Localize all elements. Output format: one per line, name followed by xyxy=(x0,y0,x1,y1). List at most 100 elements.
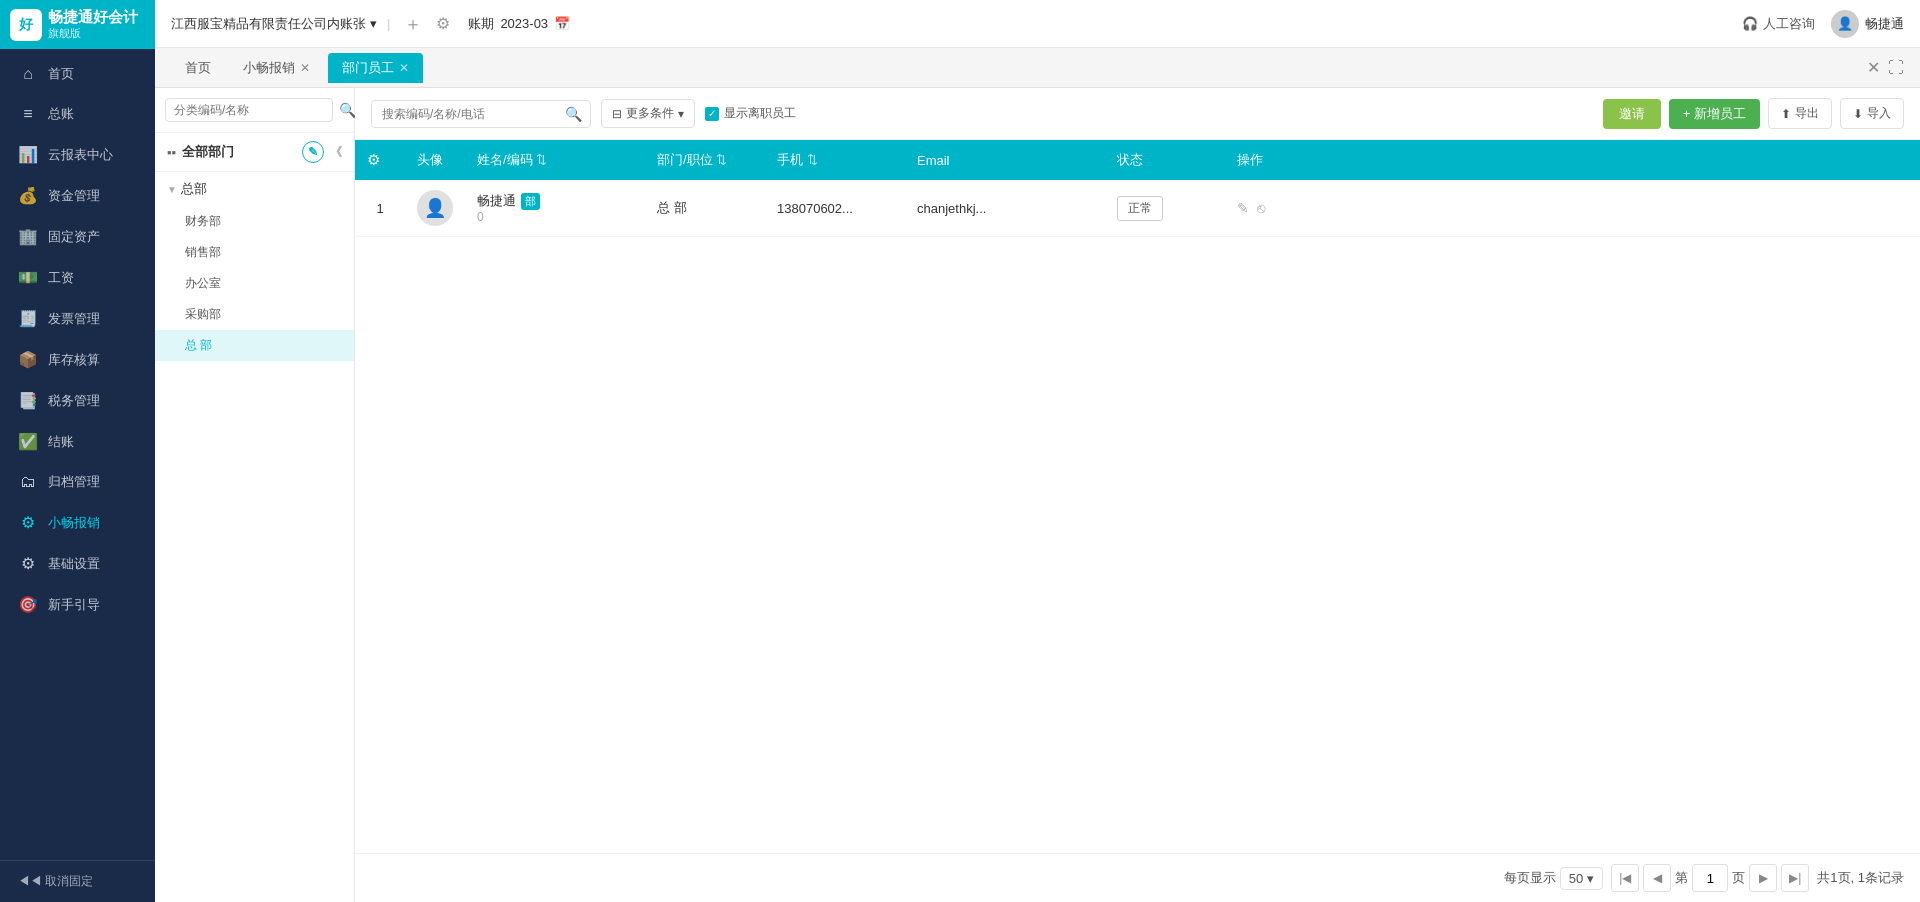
user-menu[interactable]: 👤 畅捷通 xyxy=(1831,10,1904,38)
sidebar-label-tax: 税务管理 xyxy=(48,392,100,410)
sidebar-item-invoice[interactable]: 🧾 发票管理 xyxy=(0,298,155,339)
company-dropdown-icon: ▾ xyxy=(370,16,377,31)
sidebar-item-salary[interactable]: 💵 工资 xyxy=(0,257,155,298)
sidebar-item-archive[interactable]: 🗂 归档管理 xyxy=(0,462,155,502)
company-selector[interactable]: 江西服宝精品有限责任公司内账张 ▾ xyxy=(171,15,377,33)
logout-button[interactable]: ⎋ xyxy=(1257,200,1265,216)
dept-child-office[interactable]: 办公室 xyxy=(155,268,354,299)
archive-icon: 🗂 xyxy=(18,473,38,491)
ledger-icon: ≡ xyxy=(18,105,38,123)
filter-icon: ⊟ xyxy=(612,107,622,121)
dept-search-icon[interactable]: 🔍 xyxy=(339,102,356,118)
dept-collapse-button[interactable]: 《 xyxy=(330,144,342,161)
dept-child-purchase[interactable]: 采购部 xyxy=(155,299,354,330)
tab-dept[interactable]: 部门员工 ✕ xyxy=(328,53,423,83)
sidebar-unpin-button[interactable]: ◀◀ 取消固定 xyxy=(0,860,155,902)
topbar-divider: | xyxy=(387,16,390,31)
sidebar-item-expense[interactable]: ⚙ 小畅报销 xyxy=(0,502,155,543)
per-page-label: 每页显示 xyxy=(1504,869,1556,887)
dept-child-office-label: 办公室 xyxy=(185,276,221,290)
name-badge: 畅捷通 部 xyxy=(477,192,540,210)
export-button[interactable]: ⬆ 导出 xyxy=(1768,98,1832,129)
employee-search-icon[interactable]: 🔍 xyxy=(557,101,590,127)
dept-parent-arrow: ▼ xyxy=(167,184,177,195)
expense-icon: ⚙ xyxy=(18,513,38,532)
sidebar-item-checkout[interactable]: ✅ 结账 xyxy=(0,421,155,462)
sidebar-item-reports[interactable]: 📊 云报表中心 xyxy=(0,134,155,175)
service-button[interactable]: 🎧 人工咨询 xyxy=(1742,15,1815,33)
th-phone[interactable]: 手机 ⇅ xyxy=(765,140,905,180)
period-selector[interactable]: 账期 2023-03 📅 xyxy=(468,15,570,33)
topbar-right: 🎧 人工咨询 👤 畅捷通 xyxy=(1742,10,1904,38)
tax-icon: 📑 xyxy=(18,391,38,410)
import-label: 导入 xyxy=(1867,105,1891,122)
employee-panel: 🔍 ⊟ 更多条件 ▾ ✓ 显示离职员工 邀请 + 新增员工 xyxy=(355,88,1920,902)
employee-search-input[interactable] xyxy=(372,102,557,126)
filter-label: 更多条件 xyxy=(626,105,674,122)
sidebar-item-assets[interactable]: 🏢 固定资产 xyxy=(0,216,155,257)
sidebar-logo[interactable]: 好 畅捷通好会计 旗舰版 xyxy=(0,0,155,49)
avatar: 👤 xyxy=(1831,10,1859,38)
page-total-label: 共1页, 1条记录 xyxy=(1817,869,1904,887)
sidebar-item-funds[interactable]: 💰 资金管理 xyxy=(0,175,155,216)
th-email-label: Email xyxy=(917,153,950,168)
th-action-label: 操作 xyxy=(1237,152,1263,167)
avatar-person-icon: 👤 xyxy=(424,197,446,219)
row-index: 1 xyxy=(355,180,405,237)
dept-edit-button[interactable]: ✎ xyxy=(302,141,324,163)
sidebar-item-inventory[interactable]: 📦 库存核算 xyxy=(0,339,155,380)
add-company-button[interactable]: ＋ xyxy=(404,12,422,36)
page-prev-button[interactable]: ◀ xyxy=(1643,864,1671,892)
page-input[interactable] xyxy=(1692,864,1728,892)
sidebar-item-home[interactable]: ⌂ 首页 xyxy=(0,54,155,94)
page-first-button[interactable]: |◀ xyxy=(1611,864,1639,892)
dept-child-purchase-label: 采购部 xyxy=(185,307,221,321)
tab-expense[interactable]: 小畅报销 ✕ xyxy=(229,53,324,83)
content-area: 🔍 ▪▪ 全部部门 ✎ 《 ▼ 总部 财务部 销售部 xyxy=(155,88,1920,902)
sidebar-item-settings[interactable]: ⚙ 基础设置 xyxy=(0,543,155,584)
th-dept[interactable]: 部门/职位 ⇅ xyxy=(645,140,765,180)
dept-parent-label: 总部 xyxy=(181,180,207,198)
tab-home-label: 首页 xyxy=(185,59,211,77)
tab-dept-close[interactable]: ✕ xyxy=(399,61,409,75)
employee-table-wrapper: ⚙ 头像 姓名/编码 ⇅ 部门/职位 ⇅ xyxy=(355,140,1920,853)
page-size-box[interactable]: 50 ▾ xyxy=(1560,867,1603,890)
table-row: 1 👤 畅捷通 部 0 xyxy=(355,180,1920,237)
add-employee-button[interactable]: + 新增员工 xyxy=(1669,99,1760,129)
sidebar-label-reports: 云报表中心 xyxy=(48,146,113,164)
page-next-button[interactable]: ▶ xyxy=(1749,864,1777,892)
dept-parent-general[interactable]: ▼ 总部 xyxy=(155,172,354,206)
dept-child-general-label: 总 部 xyxy=(185,338,212,352)
topbar-settings-icon[interactable]: ⚙ xyxy=(436,14,450,33)
logo-icon: 好 xyxy=(10,9,42,41)
show-resigned-checkbox[interactable]: ✓ 显示离职员工 xyxy=(705,105,796,122)
tab-close-all-button[interactable]: ✕ xyxy=(1867,58,1880,77)
th-settings[interactable]: ⚙ xyxy=(355,140,405,180)
row-phone-cell: 138070602... xyxy=(765,180,905,237)
guide-icon: 🎯 xyxy=(18,595,38,614)
sidebar-item-tax[interactable]: 📑 税务管理 xyxy=(0,380,155,421)
filter-button[interactable]: ⊟ 更多条件 ▾ xyxy=(601,99,695,128)
th-name[interactable]: 姓名/编码 ⇅ xyxy=(465,140,645,180)
page-last-button[interactable]: ▶| xyxy=(1781,864,1809,892)
period-label: 账期 xyxy=(468,15,494,33)
tab-expand-button[interactable]: ⛶ xyxy=(1888,59,1904,77)
dept-child-sales[interactable]: 销售部 xyxy=(155,237,354,268)
table-settings-icon[interactable]: ⚙ xyxy=(367,151,380,168)
edit-button[interactable]: ✎ xyxy=(1237,200,1249,216)
employee-toolbar: 🔍 ⊟ 更多条件 ▾ ✓ 显示离职员工 邀请 + 新增员工 xyxy=(355,88,1920,140)
inventory-icon: 📦 xyxy=(18,350,38,369)
dept-child-general[interactable]: 总 部 xyxy=(155,330,354,361)
invite-button[interactable]: 邀请 xyxy=(1603,99,1661,129)
sidebar-item-ledger[interactable]: ≡ 总账 xyxy=(0,94,155,134)
tab-expense-close[interactable]: ✕ xyxy=(300,61,310,75)
page-suffix: 页 xyxy=(1732,869,1745,887)
th-phone-label: 手机 xyxy=(777,152,803,167)
th-phone-sort-icon: ⇅ xyxy=(807,152,818,167)
export-icon: ⬆ xyxy=(1781,107,1791,121)
dept-search-input[interactable] xyxy=(165,98,333,122)
tab-home[interactable]: 首页 xyxy=(171,53,225,83)
dept-child-finance[interactable]: 财务部 xyxy=(155,206,354,237)
import-button[interactable]: ⬇ 导入 xyxy=(1840,98,1904,129)
sidebar-item-guide[interactable]: 🎯 新手引导 xyxy=(0,584,155,625)
